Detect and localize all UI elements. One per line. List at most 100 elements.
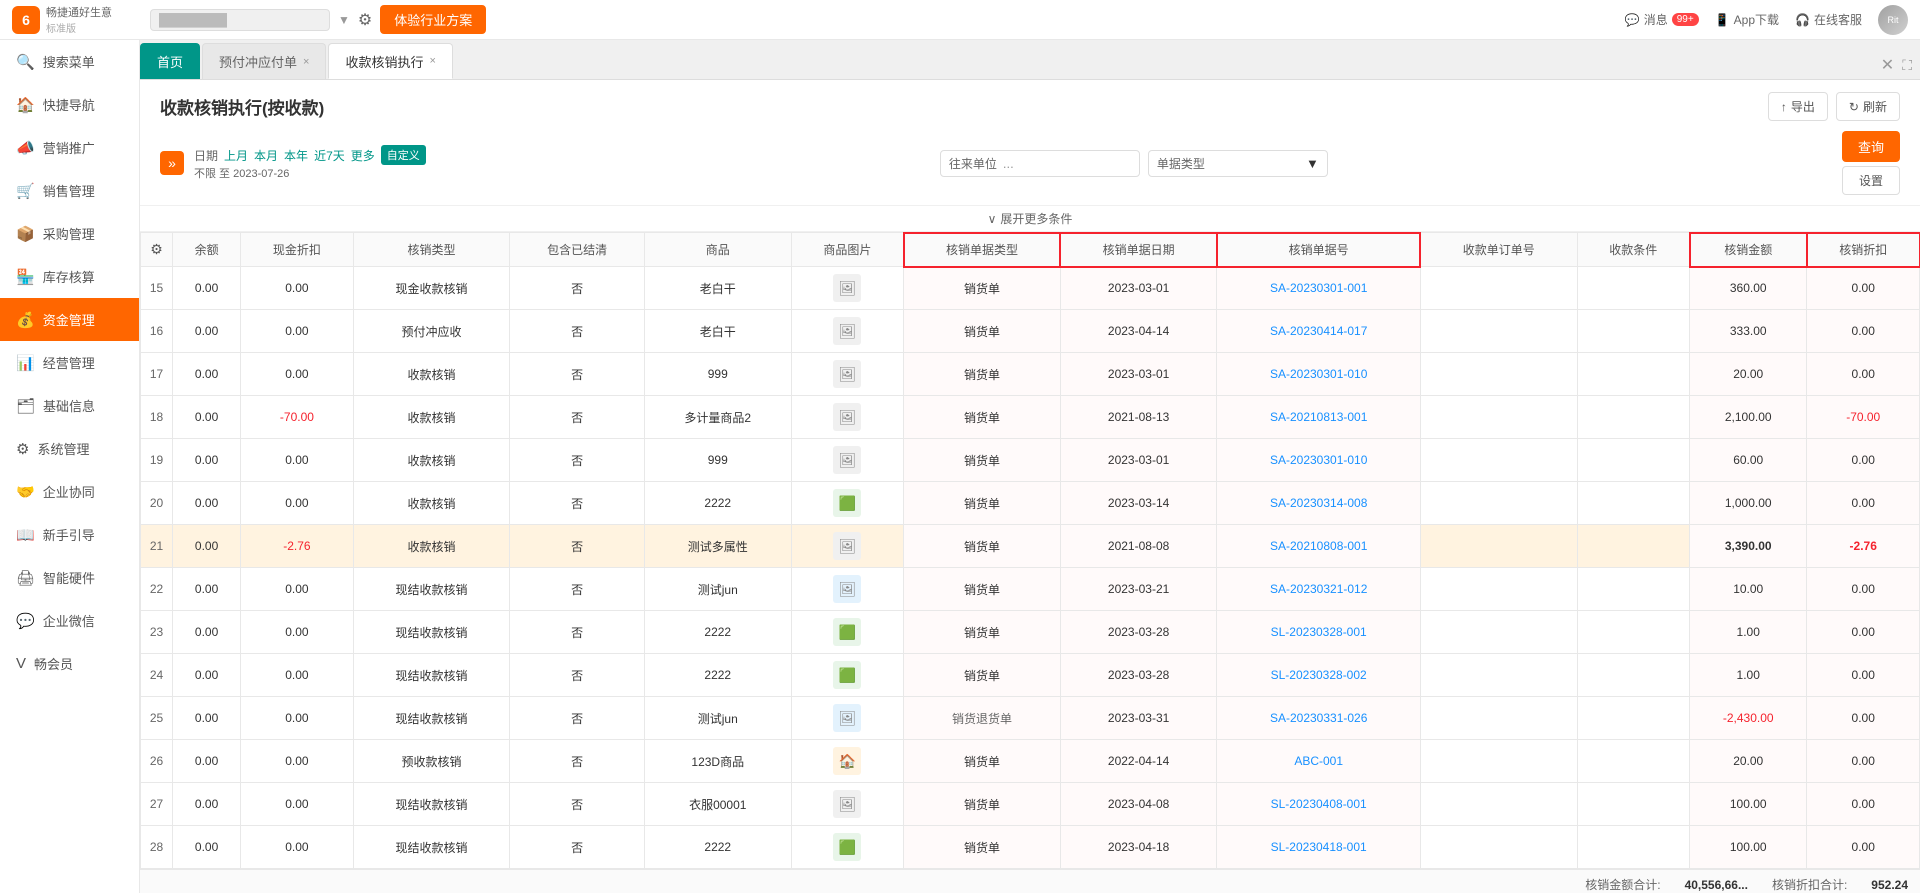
cell-cancel-no[interactable]: SL-20230408-001 — [1217, 783, 1420, 826]
page-title: 收款核销执行(按收款) — [160, 94, 324, 119]
date-last-7-days[interactable]: 近7天 — [314, 147, 345, 164]
close-all-icon[interactable]: ✕ — [1881, 55, 1894, 75]
app-download-item[interactable]: 📱 App下载 — [1715, 11, 1779, 28]
sidebar-item-sales[interactable]: 🛒 销售管理 — [0, 169, 139, 212]
date-more[interactable]: 更多 — [351, 147, 375, 164]
online-service-item[interactable]: 🎧 在线客服 — [1795, 11, 1862, 28]
cell-collection-condition — [1577, 482, 1689, 525]
cell-cancel-date: 2023-03-28 — [1060, 611, 1217, 654]
cell-cancel-no[interactable]: SA-20210813-001 — [1217, 396, 1420, 439]
cell-include-settled: 否 — [510, 525, 645, 568]
th-collection-condition: 收款条件 — [1577, 233, 1689, 267]
sidebar-item-member[interactable]: V 畅会员 — [0, 642, 139, 685]
sidebar-item-finance[interactable]: 💰 资金管理 — [0, 298, 139, 341]
cell-goods-image: 🖼 — [791, 697, 903, 740]
table-wrapper: ⚙ 余额 现金折扣 核销类型 包含已结清 商品 商品图片 核销单据类型 核销单据… — [140, 232, 1920, 893]
cell-balance: 0.00 — [173, 396, 241, 439]
cell-cancel-amount: -2,430.00 — [1690, 697, 1807, 740]
sidebar-item-quick-nav[interactable]: 🏠 快捷导航 — [0, 83, 139, 126]
sidebar-item-collab[interactable]: 🤝 企业协同 — [0, 470, 139, 513]
cell-cancel-no[interactable]: SL-20230418-001 — [1217, 826, 1420, 869]
cell-cancel-no[interactable]: SA-20210808-001 — [1217, 525, 1420, 568]
message-item[interactable]: 💬 消息 99+ — [1625, 11, 1699, 28]
settings-gear-icon[interactable]: ⚙ — [358, 10, 372, 30]
cell-collection-order — [1420, 826, 1577, 869]
sidebar-item-marketing[interactable]: 📣 营销推广 — [0, 126, 139, 169]
tab-prepay[interactable]: 预付冲应付单 × — [202, 43, 326, 79]
cell-cancel-date: 2023-04-08 — [1060, 783, 1217, 826]
sidebar-item-system[interactable]: ⚙ 系统管理 — [0, 427, 139, 470]
cell-cancel-date: 2023-04-14 — [1060, 310, 1217, 353]
cell-cancel-date: 2021-08-08 — [1060, 525, 1217, 568]
query-button[interactable]: 查询 — [1842, 131, 1900, 162]
tab-collection-close-icon[interactable]: × — [429, 55, 435, 67]
cell-cancel-type: 现结收款核销 — [353, 826, 510, 869]
cell-cancel-date: 2023-03-14 — [1060, 482, 1217, 525]
tab-collection[interactable]: 收款核销执行 × — [328, 43, 452, 79]
tab-prepay-close-icon[interactable]: × — [303, 56, 309, 68]
cell-collection-condition — [1577, 611, 1689, 654]
sidebar-item-purchase[interactable]: 📦 采购管理 — [0, 212, 139, 255]
cell-cancel-no[interactable]: SL-20230328-002 — [1217, 654, 1420, 697]
finance-icon: 💰 — [16, 311, 35, 329]
cell-cancel-discount: 0.00 — [1807, 310, 1920, 353]
th-cancel-bill-type: 核销单据类型 — [904, 233, 1061, 267]
cell-cancel-no[interactable]: ABC-001 — [1217, 740, 1420, 783]
cell-collection-condition — [1577, 439, 1689, 482]
expand-more-conditions[interactable]: ∨ 展开更多条件 — [140, 206, 1920, 232]
cell-cancel-no[interactable]: SA-20230301-001 — [1217, 267, 1420, 310]
cell-cash-discount: -2.76 — [241, 525, 353, 568]
user-avatar[interactable]: Rit — [1878, 5, 1908, 35]
cell-cancel-no[interactable]: SA-20230301-010 — [1217, 439, 1420, 482]
sidebar-item-basic[interactable]: 🗂 基础信息 — [0, 384, 139, 427]
cell-cancel-bill-type: 销货单 — [904, 439, 1061, 482]
cell-row-no: 23 — [141, 611, 173, 654]
refresh-button[interactable]: ↻ 刷新 — [1836, 92, 1900, 121]
industry-solution-button[interactable]: 体验行业方案 — [380, 5, 486, 34]
date-custom-badge[interactable]: 自定义 — [381, 145, 426, 165]
cell-include-settled: 否 — [510, 267, 645, 310]
date-this-year[interactable]: 本年 — [284, 147, 308, 164]
cell-cancel-no[interactable]: SA-20230314-008 — [1217, 482, 1420, 525]
table-row: 150.000.00现金收款核销否老白干🖼销货单2023-03-01SA-202… — [141, 267, 1920, 310]
date-this-month[interactable]: 本月 — [254, 147, 278, 164]
column-settings-icon[interactable]: ⚙ — [150, 241, 163, 257]
maximize-icon[interactable]: ⛶ — [1902, 57, 1912, 74]
top-search-input[interactable]: ████████ — [150, 9, 330, 31]
expand-more-icon: ∨ — [988, 212, 997, 226]
sidebar-item-guide[interactable]: 📖 新手引导 — [0, 513, 139, 556]
gear-sidebar-icon: ⚙ — [16, 440, 29, 458]
tab-home[interactable]: 首页 — [140, 43, 200, 79]
folder-icon: 🗂 — [16, 397, 35, 415]
cell-cancel-no[interactable]: SA-20230331-026 — [1217, 697, 1420, 740]
table-footer: 核销金额合计: 40,556,66... 核销折扣合计: 952.24 — [140, 869, 1920, 893]
th-settings[interactable]: ⚙ — [141, 233, 173, 267]
export-button[interactable]: ↑ 导出 — [1768, 92, 1828, 121]
cell-cancel-no[interactable]: SA-20230321-012 — [1217, 568, 1420, 611]
chevron-down-icon: ▼ — [1306, 156, 1319, 171]
cell-goods-image: 🏠 — [791, 740, 903, 783]
cell-cancel-date: 2023-03-21 — [1060, 568, 1217, 611]
search-icon: 🔍 — [16, 53, 35, 71]
chat-icon: 💬 — [16, 612, 35, 630]
cell-cancel-no[interactable]: SA-20230414-017 — [1217, 310, 1420, 353]
filter-settings-button[interactable]: 设置 — [1842, 166, 1900, 195]
date-last-month[interactable]: 上月 — [224, 147, 248, 164]
cell-cancel-type: 现金收款核销 — [353, 267, 510, 310]
cell-cancel-amount: 1.00 — [1690, 654, 1807, 697]
cell-cancel-no[interactable]: SA-20230301-010 — [1217, 353, 1420, 396]
sidebar-item-wechat[interactable]: 💬 企业微信 — [0, 599, 139, 642]
sidebar-item-search[interactable]: 🔍 搜索菜单 — [0, 40, 139, 83]
from-unit-filter[interactable]: 往来单位 ... — [940, 150, 1140, 177]
cell-cancel-date: 2023-03-01 — [1060, 267, 1217, 310]
sidebar-item-hardware[interactable]: 🖨 智能硬件 — [0, 556, 139, 599]
sidebar-item-operations[interactable]: 📊 经营管理 — [0, 341, 139, 384]
footer-cancel-amount-total: 40,556,66... — [1685, 878, 1748, 892]
cell-cancel-type: 现结收款核销 — [353, 783, 510, 826]
sidebar-item-inventory[interactable]: 🏪 库存核算 — [0, 255, 139, 298]
cell-row-no: 27 — [141, 783, 173, 826]
bill-type-filter[interactable]: 单据类型 ▼ — [1148, 150, 1328, 177]
expand-filter-button[interactable]: » — [160, 151, 184, 175]
cell-cancel-no[interactable]: SL-20230328-001 — [1217, 611, 1420, 654]
top-dropdown-btn[interactable]: ▼ — [338, 13, 350, 27]
